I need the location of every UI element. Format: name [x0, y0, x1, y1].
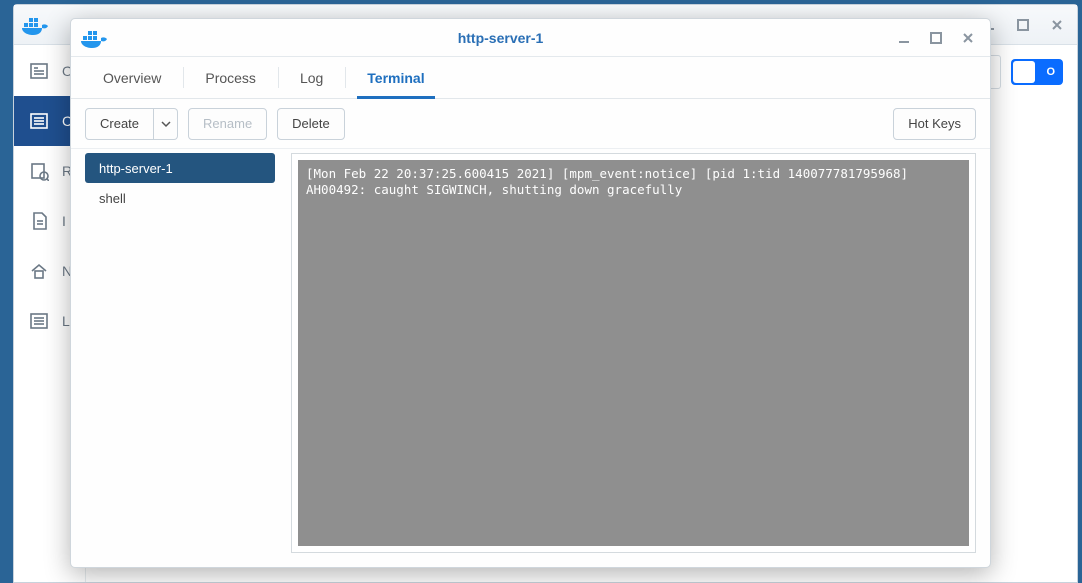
docker-logo-icon: [81, 28, 109, 48]
hotkeys-button[interactable]: Hot Keys: [893, 108, 976, 140]
tab-label: Process: [205, 70, 256, 86]
terminal-session-list: http-server-1 shell: [85, 153, 275, 553]
delete-button[interactable]: Delete: [277, 108, 345, 140]
modal-title: http-server-1: [109, 30, 892, 46]
network-icon: [28, 260, 50, 282]
create-split-button: Create: [85, 108, 178, 140]
tab-label: Terminal: [367, 70, 424, 86]
create-dropdown-button[interactable]: [154, 108, 178, 140]
session-item-shell[interactable]: shell: [85, 183, 275, 213]
tab-process[interactable]: Process: [183, 57, 278, 98]
tab-label: Overview: [103, 70, 161, 86]
modal-tabs: Overview Process Log Terminal: [71, 57, 990, 99]
container-detail-window: http-server-1 Overview Process Log Termi…: [70, 18, 991, 568]
log-icon: [28, 310, 50, 332]
tab-overview[interactable]: Overview: [81, 57, 183, 98]
tab-terminal[interactable]: Terminal: [345, 57, 446, 98]
registry-icon: [28, 160, 50, 182]
terminal-body: http-server-1 shell [Mon Feb 22 20:37:25…: [71, 149, 990, 567]
tab-log[interactable]: Log: [278, 57, 345, 98]
session-item-httpserver1[interactable]: http-server-1: [85, 153, 275, 183]
session-label: shell: [99, 191, 126, 206]
rename-button[interactable]: Rename: [188, 108, 267, 140]
modal-titlebar: http-server-1: [71, 19, 990, 57]
overview-icon: [28, 60, 50, 82]
session-label: http-server-1: [99, 161, 173, 176]
sidebar-label: L: [62, 313, 70, 329]
sidebar-label: I: [62, 213, 66, 229]
modal-close-button[interactable]: [956, 26, 980, 50]
terminal-frame: [Mon Feb 22 20:37:25.600415 2021] [mpm_e…: [291, 153, 976, 553]
container-icon: [28, 110, 50, 132]
toggle-label: O: [1046, 66, 1055, 78]
container-running-toggle[interactable]: O: [1011, 59, 1063, 85]
docker-logo-icon: [22, 15, 50, 35]
image-icon: [28, 210, 50, 232]
create-button[interactable]: Create: [85, 108, 154, 140]
terminal-output[interactable]: [Mon Feb 22 20:37:25.600415 2021] [mpm_e…: [298, 160, 969, 546]
modal-minimize-button[interactable]: [892, 26, 916, 50]
tab-label: Log: [300, 70, 323, 86]
parent-maximize-button[interactable]: [1011, 13, 1035, 37]
parent-close-button[interactable]: [1045, 13, 1069, 37]
modal-maximize-button[interactable]: [924, 26, 948, 50]
terminal-toolbar: Create Rename Delete Hot Keys: [71, 99, 990, 149]
